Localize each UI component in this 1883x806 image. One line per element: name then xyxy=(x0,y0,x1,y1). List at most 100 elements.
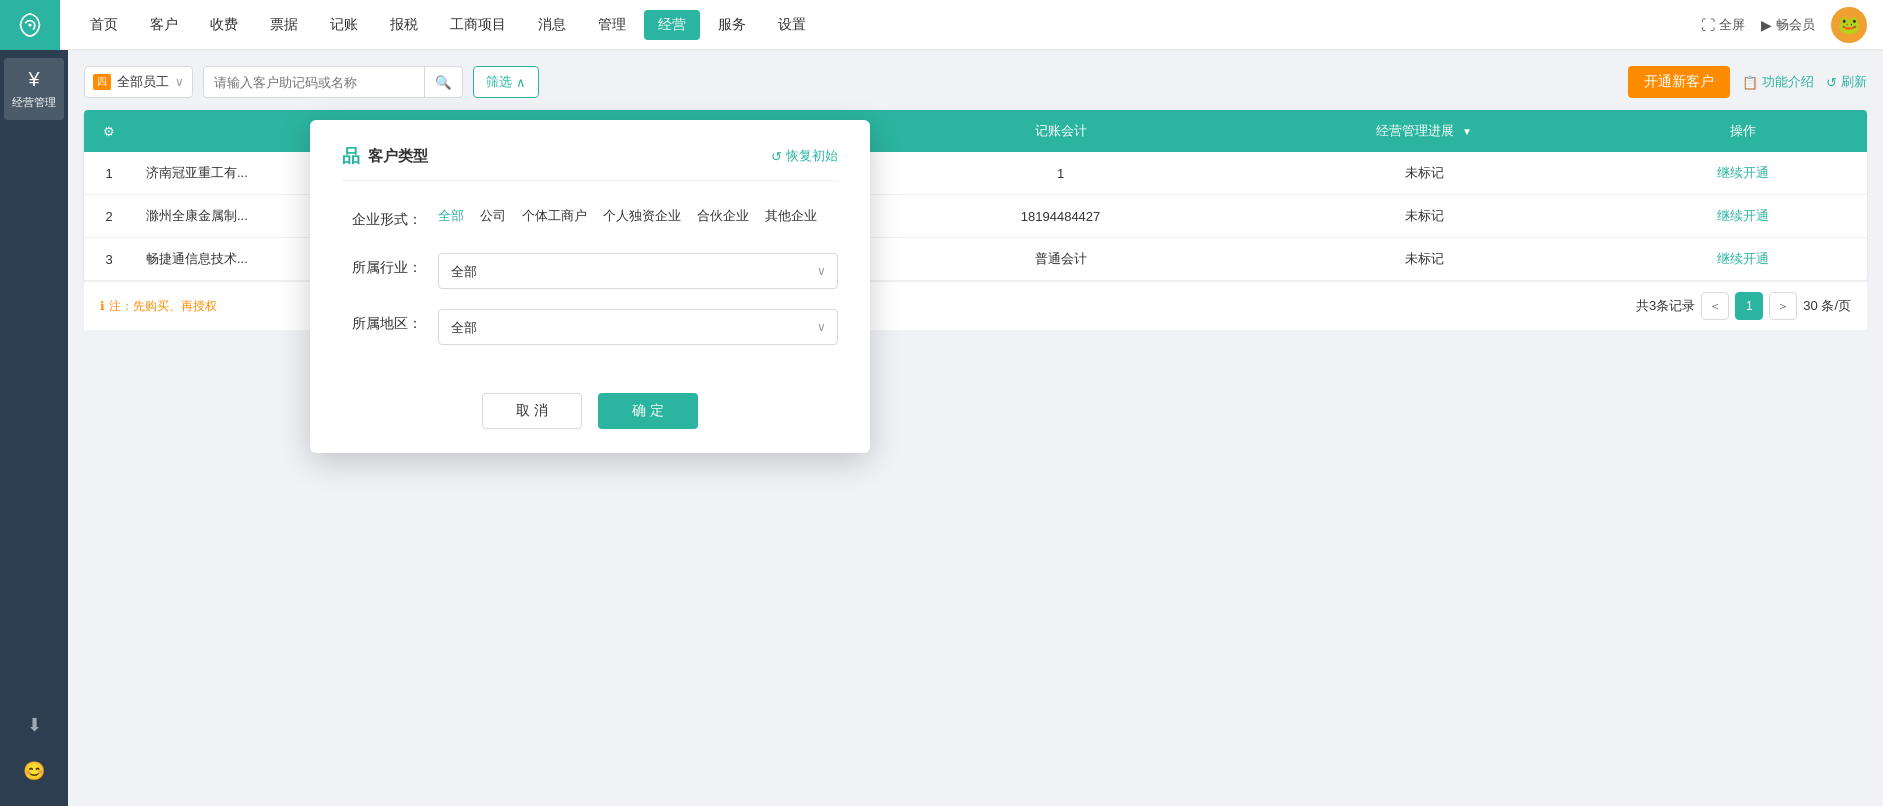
col-settings[interactable]: ⚙ xyxy=(84,110,134,152)
search-input[interactable] xyxy=(204,75,424,90)
fullscreen-icon: ⛶ xyxy=(1701,17,1715,33)
dialog-reset-button[interactable]: ↺ 恢复初始 xyxy=(771,147,838,165)
type-individual[interactable]: 个体工商户 xyxy=(522,205,587,227)
row1-accountant: 1 xyxy=(892,152,1230,195)
page-1-btn[interactable]: 1 xyxy=(1735,292,1763,320)
row2-accountant: 18194484427 xyxy=(892,195,1230,238)
enterprise-types-container: 全部 公司 个体工商户 个人独资企业 合伙企业 其他企业 xyxy=(438,205,838,227)
employee-arrow-icon: ∨ xyxy=(175,75,184,89)
industry-select-wrapper: 全部 xyxy=(438,253,838,289)
row2-action-link[interactable]: 继续开通 xyxy=(1717,208,1769,223)
footer-note: ℹ 注：先购买、再授权 xyxy=(100,298,217,315)
sidebar-help[interactable]: 😊 xyxy=(4,752,64,790)
dialog-title-text: 客户类型 xyxy=(368,147,428,166)
row3-progress: 未标记 xyxy=(1229,238,1619,281)
industry-label: 所属行业： xyxy=(342,253,422,281)
industry-select-container: 全部 xyxy=(438,253,838,289)
search-icon: 🔍 xyxy=(435,75,452,90)
nav-service[interactable]: 服务 xyxy=(704,10,760,40)
industry-select[interactable]: 全部 xyxy=(438,253,838,289)
row3-action[interactable]: 继续开通 xyxy=(1619,238,1867,281)
nav-home[interactable]: 首页 xyxy=(76,10,132,40)
nav-business[interactable]: 工商项目 xyxy=(436,10,520,40)
dialog-title-icon: 品 xyxy=(342,144,360,168)
row3-accountant: 普通会计 xyxy=(892,238,1230,281)
fullscreen-btn[interactable]: ⛶ 全屏 xyxy=(1701,16,1745,34)
sidebar-item-management[interactable]: ¥ 经营管理 xyxy=(4,58,64,120)
region-select[interactable]: 全部 xyxy=(438,309,838,345)
download-icon: ⬇ xyxy=(27,714,42,736)
feature-label: 功能介绍 xyxy=(1762,73,1814,91)
fullscreen-label: 全屏 xyxy=(1719,16,1745,34)
pagination: 共3条记录 ＜ 1 ＞ 30 条/页 xyxy=(1636,292,1851,320)
type-other[interactable]: 其他企业 xyxy=(765,205,817,227)
nav-management[interactable]: 管理 xyxy=(584,10,640,40)
sidebar-download[interactable]: ⬇ xyxy=(4,706,64,744)
search-button[interactable]: 🔍 xyxy=(424,67,462,97)
row1-index: 1 xyxy=(84,152,134,195)
enterprise-form-label: 企业形式： xyxy=(342,205,422,233)
type-sole[interactable]: 个人独资企业 xyxy=(603,205,681,227)
toolbar-right: 开通新客户 📋 功能介绍 ↺ 刷新 xyxy=(1628,66,1867,98)
nav-settings[interactable]: 设置 xyxy=(764,10,820,40)
feature-icon: 📋 xyxy=(1742,75,1758,90)
nav-message[interactable]: 消息 xyxy=(524,10,580,40)
nav-right: ⛶ 全屏 ▶ 畅会员 🐸 xyxy=(1701,7,1867,43)
type-company[interactable]: 公司 xyxy=(480,205,506,227)
total-records: 共3条记录 xyxy=(1636,297,1695,315)
logo xyxy=(0,0,60,50)
svg-point-0 xyxy=(28,23,31,26)
col-accountant-label: 记账会计 xyxy=(1035,123,1087,138)
col-action: 操作 xyxy=(1619,110,1867,152)
confirm-button[interactable]: 确 定 xyxy=(598,393,698,429)
row1-action[interactable]: 继续开通 xyxy=(1619,152,1867,195)
type-partnership[interactable]: 合伙企业 xyxy=(697,205,749,227)
membership-label: 畅会员 xyxy=(1776,16,1815,34)
filter-button[interactable]: 筛选 ∧ xyxy=(473,66,539,98)
refresh-button[interactable]: ↺ 刷新 xyxy=(1826,73,1867,91)
filter-dialog: 品 客户类型 ↺ 恢复初始 企业形式： 全部 公司 个体工商户 个人独资企业 合… xyxy=(310,120,870,453)
row1-progress: 未标记 xyxy=(1229,152,1619,195)
prev-page-btn[interactable]: ＜ xyxy=(1701,292,1729,320)
new-customer-button[interactable]: 开通新客户 xyxy=(1628,66,1730,98)
top-nav: 首页 客户 收费 票据 记账 报税 工商项目 消息 管理 经营 服务 设置 ⛶ … xyxy=(0,0,1883,50)
region-select-wrapper: 全部 xyxy=(438,309,838,345)
feature-intro-button[interactable]: 📋 功能介绍 xyxy=(1742,73,1814,91)
employee-selector[interactable]: 四 全部员工 ∨ xyxy=(84,66,193,98)
toolbar: 四 全部员工 ∨ 🔍 筛选 ∧ 开通新客户 📋 功能介绍 xyxy=(84,66,1867,98)
row3-action-link[interactable]: 继续开通 xyxy=(1717,251,1769,266)
industry-form-row: 所属行业： 全部 xyxy=(342,253,838,289)
row3-index: 3 xyxy=(84,238,134,281)
nav-accounting[interactable]: 记账 xyxy=(316,10,372,40)
row2-index: 2 xyxy=(84,195,134,238)
row2-progress: 未标记 xyxy=(1229,195,1619,238)
type-all[interactable]: 全部 xyxy=(438,205,464,227)
filter-label: 筛选 xyxy=(486,73,512,91)
nav-operation[interactable]: 经营 xyxy=(644,10,700,40)
reset-label: 恢复初始 xyxy=(786,147,838,165)
col-action-label: 操作 xyxy=(1730,123,1756,138)
membership-icon: ▶ xyxy=(1761,17,1772,33)
region-select-container: 全部 xyxy=(438,309,838,345)
refresh-icon: ↺ xyxy=(1826,75,1837,90)
row1-action-link[interactable]: 继续开通 xyxy=(1717,165,1769,180)
next-page-btn[interactable]: ＞ xyxy=(1769,292,1797,320)
enterprise-types: 全部 公司 个体工商户 个人独资企业 合伙企业 其他企业 xyxy=(438,205,838,227)
nav-billing[interactable]: 收费 xyxy=(196,10,252,40)
membership-btn[interactable]: ▶ 畅会员 xyxy=(1761,16,1815,34)
help-icon: 😊 xyxy=(23,760,45,782)
cancel-button[interactable]: 取 消 xyxy=(482,393,582,429)
filter-arrow-icon: ∧ xyxy=(516,75,526,90)
filter-progress-icon[interactable]: ▼ xyxy=(1462,126,1472,137)
employee-text: 全部员工 xyxy=(117,73,169,91)
page-size: 30 条/页 xyxy=(1803,297,1851,315)
nav-tax[interactable]: 报税 xyxy=(376,10,432,40)
enterprise-form-row: 企业形式： 全部 公司 个体工商户 个人独资企业 合伙企业 其他企业 xyxy=(342,205,838,233)
note-icon: ℹ xyxy=(100,299,105,313)
nav-invoice[interactable]: 票据 xyxy=(256,10,312,40)
region-form-row: 所属地区： 全部 xyxy=(342,309,838,345)
sidebar-item-label: 经营管理 xyxy=(12,95,56,110)
row2-action[interactable]: 继续开通 xyxy=(1619,195,1867,238)
nav-customer[interactable]: 客户 xyxy=(136,10,192,40)
avatar[interactable]: 🐸 xyxy=(1831,7,1867,43)
